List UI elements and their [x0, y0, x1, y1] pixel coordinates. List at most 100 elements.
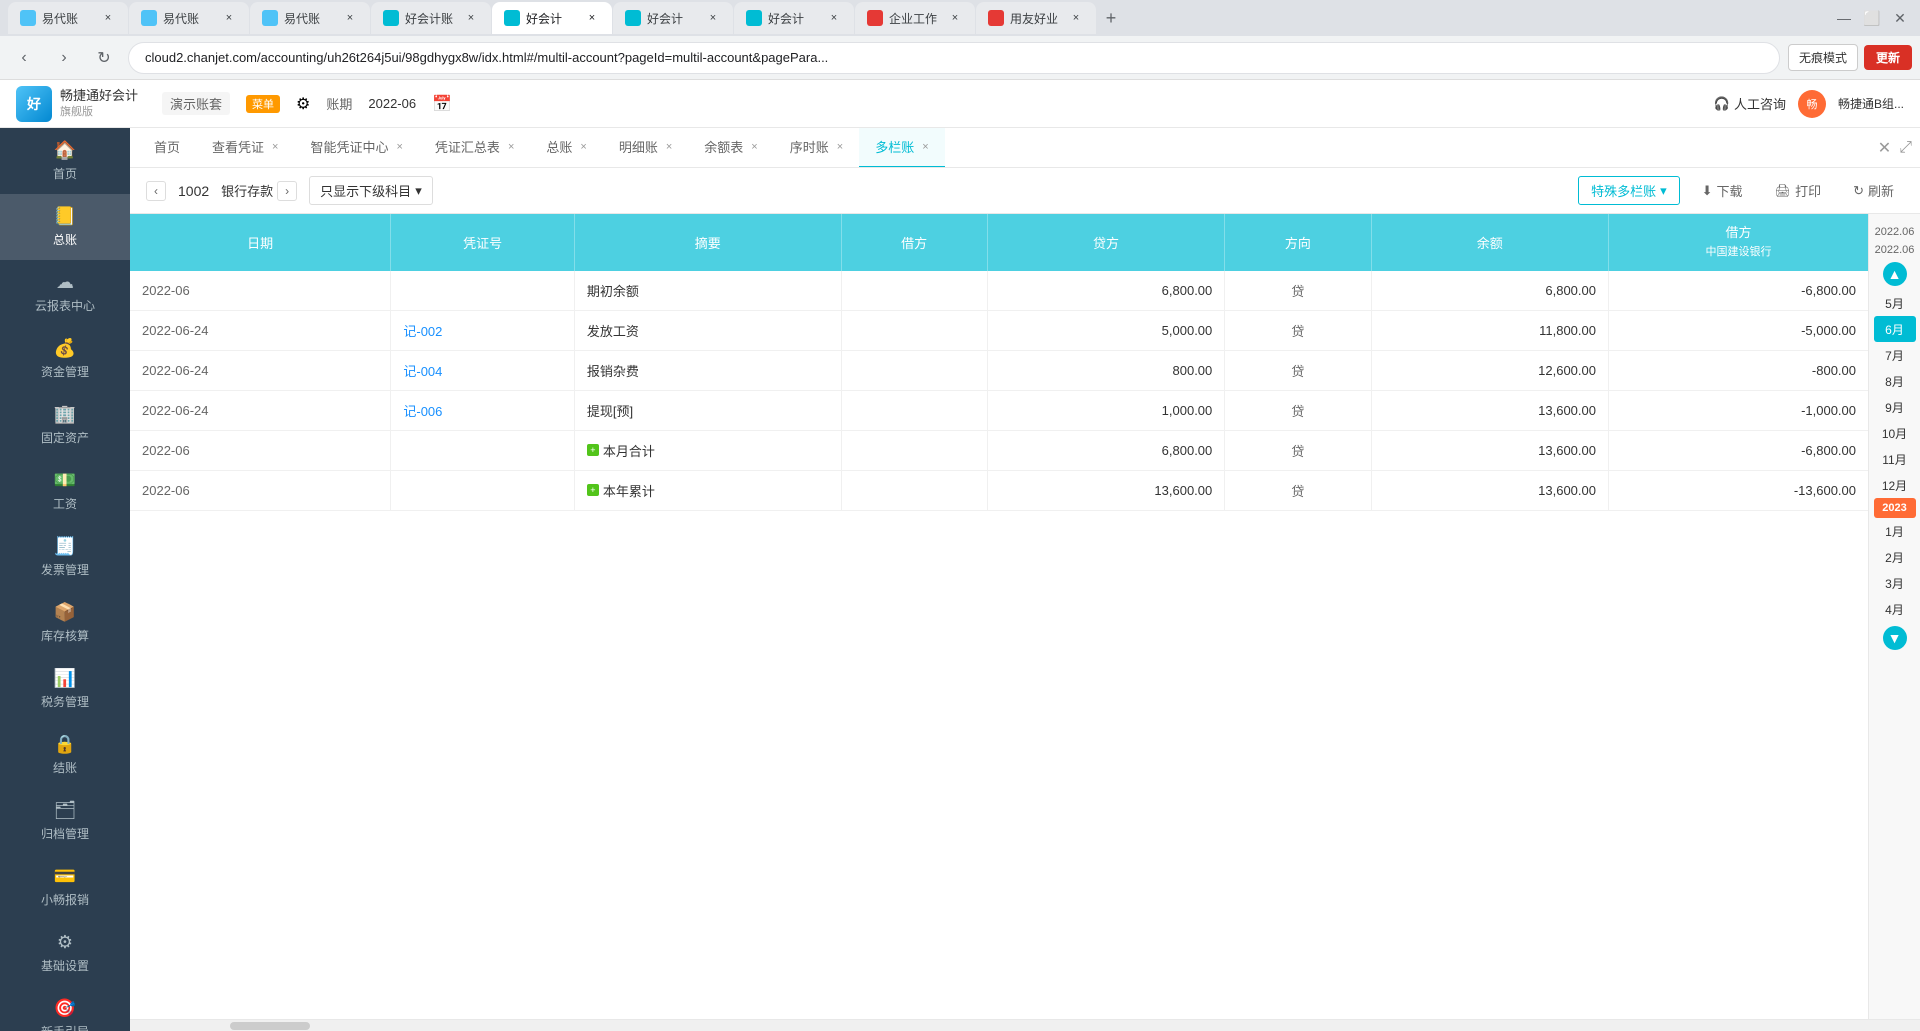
tab-detail[interactable]: 明细账 ×	[603, 128, 688, 168]
tab-close-panel-icon[interactable]: ✕	[1878, 138, 1891, 158]
tab-voucher-close[interactable]: ×	[272, 141, 278, 153]
tab-close-6[interactable]: ×	[705, 10, 721, 26]
tab-balance-close[interactable]: ×	[751, 141, 757, 153]
tab-close-1[interactable]: ×	[100, 10, 116, 26]
cell-dir-0: 贷	[1225, 271, 1371, 311]
month-10[interactable]: 10月	[1874, 420, 1916, 446]
cell-summary-1: 发放工资	[574, 310, 841, 350]
address-input[interactable]	[128, 42, 1780, 74]
month-9[interactable]: 9月	[1874, 394, 1916, 420]
back-button[interactable]: ‹	[8, 42, 40, 74]
voucher-link-3[interactable]: 记-006	[403, 404, 442, 419]
month-8[interactable]: 8月	[1874, 368, 1916, 394]
tab-general-close[interactable]: ×	[580, 141, 586, 153]
browser-tab-5[interactable]: 好会计 ×	[492, 2, 612, 34]
user-avatar[interactable]: 畅	[1798, 90, 1826, 118]
browser-tab-2[interactable]: 易代账 ×	[129, 2, 249, 34]
tab-multi-close[interactable]: ×	[922, 141, 928, 153]
voucher-link-2[interactable]: 记-004	[403, 364, 442, 379]
refresh-button[interactable]: ↻ 刷新	[1843, 177, 1904, 204]
update-button[interactable]: 更新	[1864, 45, 1912, 70]
download-button[interactable]: ⬇ 下载	[1692, 177, 1753, 204]
sidebar-item-fixed-asset[interactable]: 🏢 固定资产	[0, 392, 130, 458]
month-12[interactable]: 12月	[1874, 472, 1916, 498]
maximize-button[interactable]: ⬜	[1860, 6, 1884, 30]
tab-close-2[interactable]: ×	[221, 10, 237, 26]
sidebar-item-payroll[interactable]: 💵 工资	[0, 458, 130, 524]
sidebar-item-expense[interactable]: 💳 小畅报销	[0, 854, 130, 920]
tab-home[interactable]: 首页	[138, 128, 196, 168]
tab-close-3[interactable]: ×	[342, 10, 358, 26]
tab-close-9[interactable]: ×	[1068, 10, 1084, 26]
tab-general[interactable]: 总账 ×	[530, 128, 602, 168]
tab-close-4[interactable]: ×	[463, 10, 479, 26]
month-2023-2[interactable]: 2月	[1874, 544, 1916, 570]
close-button[interactable]: ✕	[1888, 6, 1912, 30]
forward-button[interactable]: ›	[48, 42, 80, 74]
print-button[interactable]: 🖨 打印	[1765, 177, 1832, 204]
prev-account-button[interactable]: ‹	[146, 181, 166, 201]
browser-tab-8[interactable]: 企业工作 ×	[855, 2, 975, 34]
month-11[interactable]: 11月	[1874, 446, 1916, 472]
month-5[interactable]: 5月	[1874, 290, 1916, 316]
tab-smart-voucher[interactable]: 智能凭证中心 ×	[294, 128, 418, 168]
browser-tab-1[interactable]: 易代账 ×	[8, 2, 128, 34]
new-tab-button[interactable]: +	[1097, 4, 1125, 32]
tab-voucher[interactable]: 查看凭证 ×	[196, 128, 294, 168]
horizontal-scrollbar[interactable]	[130, 1019, 1920, 1031]
sidebar-item-inventory[interactable]: 📦 库存核算	[0, 590, 130, 656]
tab-detail-close[interactable]: ×	[666, 141, 672, 153]
filter-dropdown[interactable]: 只显示下级科目 ▾	[309, 176, 433, 205]
tab-journal-close[interactable]: ×	[837, 141, 843, 153]
cell-balance-2: 12,600.00	[1371, 350, 1608, 390]
browser-tab-6[interactable]: 好会计 ×	[613, 2, 733, 34]
calendar-icon[interactable]: 📅	[432, 94, 452, 114]
scroll-down-button[interactable]: ▼	[1883, 626, 1907, 650]
tab-expand-icon[interactable]: ⤢	[1899, 139, 1912, 157]
logo-text-block: 畅捷通好会计 旗舰版	[60, 88, 138, 120]
tab-close-8[interactable]: ×	[947, 10, 963, 26]
month-2023-3[interactable]: 3月	[1874, 570, 1916, 596]
tab-smart-close[interactable]: ×	[396, 141, 402, 153]
tab-balance[interactable]: 余额表 ×	[688, 128, 773, 168]
tab-close-7[interactable]: ×	[826, 10, 842, 26]
menu-badge[interactable]: 菜单	[246, 95, 280, 113]
sidebar-item-close[interactable]: 🔒 结账	[0, 722, 130, 788]
month-2023-1[interactable]: 1月	[1874, 518, 1916, 544]
next-account-button[interactable]: ›	[277, 181, 297, 201]
tab-close-5[interactable]: ×	[584, 10, 600, 26]
scroll-thumb[interactable]	[230, 1022, 310, 1030]
sidebar-item-settings[interactable]: ⚙ 基础设置	[0, 920, 130, 986]
sidebar-item-archive[interactable]: 🗂 归档管理	[0, 788, 130, 854]
tab-journal[interactable]: 序时账 ×	[774, 128, 859, 168]
sidebar-item-cloud-report[interactable]: ☁ 云报表中心	[0, 260, 130, 326]
special-multi-btn[interactable]: 特殊多栏账 ▾	[1578, 176, 1680, 205]
consult-button[interactable]: 🎧 人工咨询	[1714, 94, 1786, 113]
browser-tab-9[interactable]: 用友好业 ×	[976, 2, 1096, 34]
sidebar-item-fund[interactable]: 💰 资金管理	[0, 326, 130, 392]
minimize-button[interactable]: —	[1832, 6, 1856, 30]
table-row: 2022-06 期初余额 6,800.00 贷 6,800.00 -6,800.…	[130, 271, 1868, 311]
sidebar-item-general-ledger[interactable]: 📒 总账	[0, 194, 130, 260]
table-row: 2022-06 + 本年累计 13,600.00	[130, 470, 1868, 510]
settings-icon[interactable]: ⚙	[296, 94, 310, 114]
sidebar-item-tax[interactable]: 📊 税务管理	[0, 656, 130, 722]
tab-multi-column[interactable]: 多栏账 ×	[859, 128, 944, 168]
sidebar-item-guide[interactable]: 🎯 新手引导	[0, 986, 130, 1031]
sidebar-item-home[interactable]: 🏠 首页	[0, 128, 130, 194]
month-6[interactable]: 6月	[1874, 316, 1916, 342]
voucher-link-1[interactable]: 记-002	[403, 324, 442, 339]
browser-tab-7[interactable]: 好会计 ×	[734, 2, 854, 34]
month-7[interactable]: 7月	[1874, 342, 1916, 368]
reload-button[interactable]: ↻	[88, 42, 120, 74]
scroll-up-button[interactable]: ▲	[1883, 262, 1907, 286]
browser-tab-3[interactable]: 易代账 ×	[250, 2, 370, 34]
month-2023-4[interactable]: 4月	[1874, 596, 1916, 622]
sidebar-item-invoice[interactable]: 🧾 发票管理	[0, 524, 130, 590]
incognito-mode-button[interactable]: 无痕模式	[1788, 44, 1858, 71]
cell-credit-3: 1,000.00	[987, 390, 1224, 430]
tab-summary-close[interactable]: ×	[508, 141, 514, 153]
browser-tab-4[interactable]: 好会计账 ×	[371, 2, 491, 34]
cell-debit-3	[841, 390, 987, 430]
tab-summary[interactable]: 凭证汇总表 ×	[419, 128, 530, 168]
